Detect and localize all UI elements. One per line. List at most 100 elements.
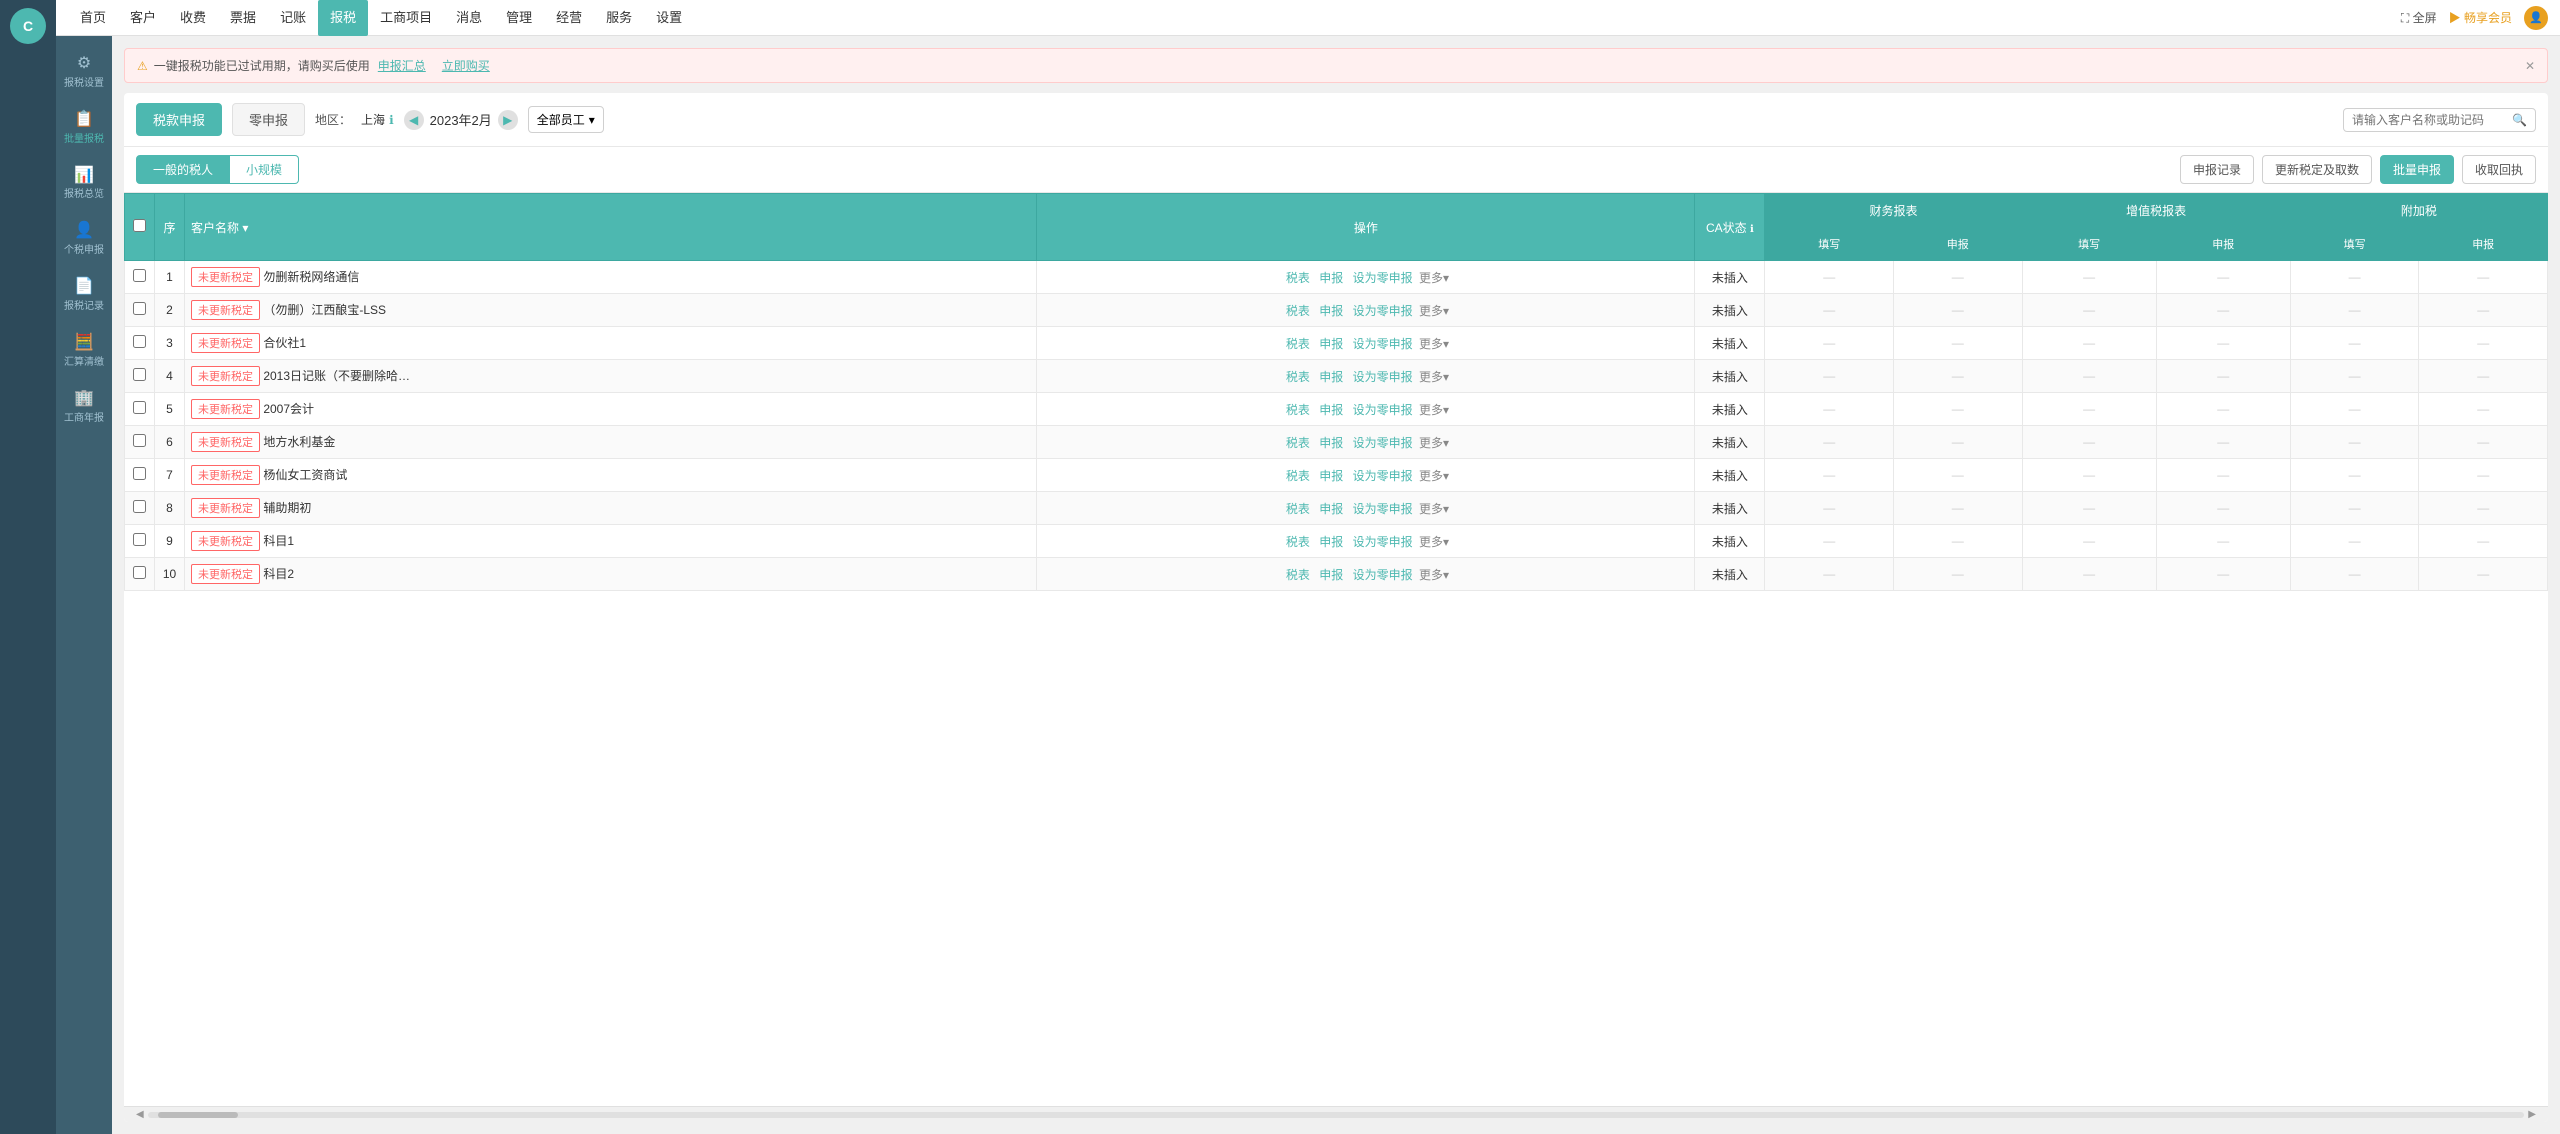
nav-clients[interactable]: 客户 [118, 0, 168, 36]
retrieve-button[interactable]: 收取回执 [2462, 155, 2536, 184]
row-select-1[interactable] [125, 261, 155, 294]
op-tax-form-6[interactable]: 税表 [1286, 436, 1310, 450]
op-tax-form-4[interactable]: 税表 [1286, 370, 1310, 384]
sidebar-item-batch-tax[interactable]: 📋 批量报税 [56, 100, 112, 156]
update-button[interactable]: 更新税定及取数 [2262, 155, 2372, 184]
search-input[interactable] [2352, 113, 2512, 127]
tab-small-scale[interactable]: 小规模 [230, 155, 299, 184]
op-set-zero-8[interactable]: 设为零申报 [1353, 502, 1413, 516]
scroll-right-button[interactable]: ▶ [2524, 1109, 2540, 1120]
horizontal-scrollbar[interactable]: ◀ ▶ [124, 1106, 2548, 1122]
op-more-2[interactable]: 更多▾ [1419, 304, 1449, 318]
op-set-zero-1[interactable]: 设为零申报 [1353, 271, 1413, 285]
op-declare-6[interactable]: 申报 [1319, 436, 1343, 450]
nav-business[interactable]: 工商项目 [368, 0, 444, 36]
row-select-3[interactable] [125, 327, 155, 360]
nav-billing[interactable]: 收费 [168, 0, 218, 36]
date-prev-button[interactable]: ◀ [404, 110, 424, 130]
batch-declare-button[interactable]: 批量申报 [2380, 155, 2454, 184]
row-checkbox-5[interactable] [133, 401, 146, 414]
row-select-10[interactable] [125, 558, 155, 591]
row-select-7[interactable] [125, 459, 155, 492]
banner-link-summary[interactable]: 申报汇总 [378, 57, 426, 74]
op-more-7[interactable]: 更多▾ [1419, 469, 1449, 483]
row-checkbox-1[interactable] [133, 269, 146, 282]
nav-settings[interactable]: 设置 [644, 0, 694, 36]
banner-link-buy[interactable]: 立即购买 [442, 57, 490, 74]
row-checkbox-3[interactable] [133, 335, 146, 348]
op-tax-form-5[interactable]: 税表 [1286, 403, 1310, 417]
op-tax-form-8[interactable]: 税表 [1286, 502, 1310, 516]
op-declare-4[interactable]: 申报 [1319, 370, 1343, 384]
sidebar-item-tax-settings[interactable]: ⚙ 报税设置 [56, 44, 112, 100]
sort-icon[interactable]: ▾ [242, 221, 248, 235]
op-declare-5[interactable]: 申报 [1319, 403, 1343, 417]
select-all-checkbox[interactable] [133, 219, 146, 232]
tab-tax-declaration[interactable]: 税款申报 [136, 103, 222, 136]
row-select-9[interactable] [125, 525, 155, 558]
row-checkbox-2[interactable] [133, 302, 146, 315]
row-select-2[interactable] [125, 294, 155, 327]
op-set-zero-2[interactable]: 设为零申报 [1353, 304, 1413, 318]
op-tax-form-1[interactable]: 税表 [1286, 271, 1310, 285]
op-tax-form-10[interactable]: 税表 [1286, 568, 1310, 582]
region-info-icon[interactable]: ℹ [389, 113, 394, 127]
nav-bookkeeping[interactable]: 记账 [268, 0, 318, 36]
op-declare-9[interactable]: 申报 [1319, 535, 1343, 549]
sidebar-item-personal-tax[interactable]: 👤 个税申报 [56, 211, 112, 267]
nav-operations[interactable]: 经营 [544, 0, 594, 36]
op-more-1[interactable]: 更多▾ [1419, 271, 1449, 285]
sidebar-item-business-report[interactable]: 🏢 工商年报 [56, 379, 112, 435]
op-more-6[interactable]: 更多▾ [1419, 436, 1449, 450]
op-set-zero-7[interactable]: 设为零申报 [1353, 469, 1413, 483]
sidebar-item-tax-overview[interactable]: 📊 报税总览 [56, 156, 112, 212]
nav-home[interactable]: 首页 [68, 0, 118, 36]
op-declare-7[interactable]: 申报 [1319, 469, 1343, 483]
fullscreen-button[interactable]: ⛶ 全屏 [2401, 9, 2437, 26]
nav-messages[interactable]: 消息 [444, 0, 494, 36]
nav-service[interactable]: 服务 [594, 0, 644, 36]
row-checkbox-8[interactable] [133, 500, 146, 513]
scroll-track[interactable] [148, 1112, 2525, 1118]
banner-close-button[interactable]: ✕ [2525, 59, 2535, 73]
op-tax-form-2[interactable]: 税表 [1286, 304, 1310, 318]
op-declare-3[interactable]: 申报 [1319, 337, 1343, 351]
row-select-5[interactable] [125, 393, 155, 426]
tab-zero-declaration[interactable]: 零申报 [232, 103, 305, 136]
op-more-4[interactable]: 更多▾ [1419, 370, 1449, 384]
op-set-zero-6[interactable]: 设为零申报 [1353, 436, 1413, 450]
op-declare-1[interactable]: 申报 [1319, 271, 1343, 285]
nav-management[interactable]: 管理 [494, 0, 544, 36]
row-checkbox-4[interactable] [133, 368, 146, 381]
records-button[interactable]: 申报记录 [2180, 155, 2254, 184]
op-tax-form-7[interactable]: 税表 [1286, 469, 1310, 483]
sidebar-item-calc-clear[interactable]: 🧮 汇算清缴 [56, 323, 112, 379]
scroll-thumb[interactable] [158, 1112, 238, 1118]
user-avatar[interactable]: 👤 [2524, 6, 2548, 30]
op-tax-form-3[interactable]: 税表 [1286, 337, 1310, 351]
row-select-8[interactable] [125, 492, 155, 525]
search-icon[interactable]: 🔍 [2512, 113, 2527, 127]
staff-selector[interactable]: 全部员工 ▾ [528, 106, 604, 133]
scroll-left-button[interactable]: ◀ [132, 1109, 148, 1120]
op-set-zero-5[interactable]: 设为零申报 [1353, 403, 1413, 417]
row-checkbox-6[interactable] [133, 434, 146, 447]
upgrade-button[interactable]: ▶ 畅享会员 [2449, 9, 2512, 26]
op-set-zero-10[interactable]: 设为零申报 [1353, 568, 1413, 582]
op-declare-8[interactable]: 申报 [1319, 502, 1343, 516]
op-set-zero-3[interactable]: 设为零申报 [1353, 337, 1413, 351]
op-declare-10[interactable]: 申报 [1319, 568, 1343, 582]
op-more-10[interactable]: 更多▾ [1419, 568, 1449, 582]
op-declare-2[interactable]: 申报 [1319, 304, 1343, 318]
op-more-9[interactable]: 更多▾ [1419, 535, 1449, 549]
op-set-zero-9[interactable]: 设为零申报 [1353, 535, 1413, 549]
op-set-zero-4[interactable]: 设为零申报 [1353, 370, 1413, 384]
row-checkbox-7[interactable] [133, 467, 146, 480]
row-select-4[interactable] [125, 360, 155, 393]
row-select-6[interactable] [125, 426, 155, 459]
nav-invoice[interactable]: 票据 [218, 0, 268, 36]
op-tax-form-9[interactable]: 税表 [1286, 535, 1310, 549]
nav-tax[interactable]: 报税 [318, 0, 368, 36]
op-more-3[interactable]: 更多▾ [1419, 337, 1449, 351]
date-next-button[interactable]: ▶ [498, 110, 518, 130]
